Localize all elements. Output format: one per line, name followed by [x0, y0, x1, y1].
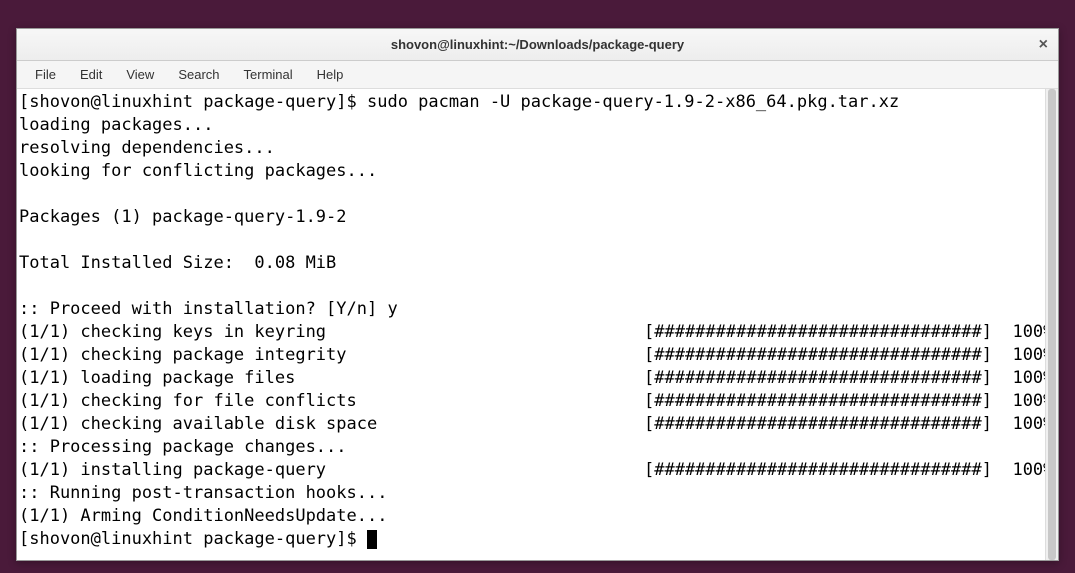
window-title: shovon@linuxhint:~/Downloads/package-que… — [391, 37, 684, 52]
progress-bar: [################################] 100% — [644, 459, 1053, 482]
output-line: Packages (1) package-query-1.9-2 — [19, 207, 347, 227]
output-line: :: Running post-transaction hooks... — [19, 483, 387, 503]
menubar: File Edit View Search Terminal Help — [17, 61, 1058, 89]
menu-view[interactable]: View — [114, 63, 166, 86]
progress-bar: [################################] 100% — [644, 344, 1053, 367]
menu-terminal[interactable]: Terminal — [232, 63, 305, 86]
progress-step: (1/1) loading package files — [19, 367, 644, 390]
scrollbar[interactable] — [1045, 89, 1058, 560]
shell-prompt: [shovon@linuxhint package-query]$ — [19, 92, 367, 112]
progress-step: (1/1) checking for file conflicts — [19, 390, 644, 413]
progress-step: (1/1) checking package integrity — [19, 344, 644, 367]
menu-edit[interactable]: Edit — [68, 63, 114, 86]
progress-bar: [################################] 100% — [644, 367, 1053, 390]
progress-step: (1/1) installing package-query — [19, 459, 644, 482]
scrollbar-thumb[interactable] — [1048, 89, 1056, 560]
output-line: :: Processing package changes... — [19, 437, 347, 457]
terminal-output[interactable]: [shovon@linuxhint package-query]$ sudo p… — [17, 89, 1058, 560]
menu-file[interactable]: File — [23, 63, 68, 86]
progress-step: (1/1) checking available disk space — [19, 413, 644, 436]
command-text: sudo pacman -U package-query-1.9-2-x86_6… — [367, 92, 899, 112]
output-line: looking for conflicting packages... — [19, 161, 377, 181]
output-line: loading packages... — [19, 115, 213, 135]
cursor-block — [367, 530, 377, 549]
shell-prompt: [shovon@linuxhint package-query]$ — [19, 529, 367, 549]
titlebar: shovon@linuxhint:~/Downloads/package-que… — [17, 29, 1058, 61]
progress-bar: [################################] 100% — [644, 390, 1053, 413]
terminal-window: shovon@linuxhint:~/Downloads/package-que… — [16, 28, 1059, 561]
menu-search[interactable]: Search — [166, 63, 231, 86]
output-line: Total Installed Size: 0.08 MiB — [19, 253, 336, 273]
close-icon[interactable]: × — [1039, 37, 1048, 53]
progress-bar: [################################] 100% — [644, 321, 1053, 344]
output-line: resolving dependencies... — [19, 138, 275, 158]
output-line: (1/1) Arming ConditionNeedsUpdate... — [19, 506, 387, 526]
progress-bar: [################################] 100% — [644, 413, 1053, 436]
progress-step: (1/1) checking keys in keyring — [19, 321, 644, 344]
output-line: :: Proceed with installation? [Y/n] y — [19, 299, 398, 319]
menu-help[interactable]: Help — [305, 63, 356, 86]
